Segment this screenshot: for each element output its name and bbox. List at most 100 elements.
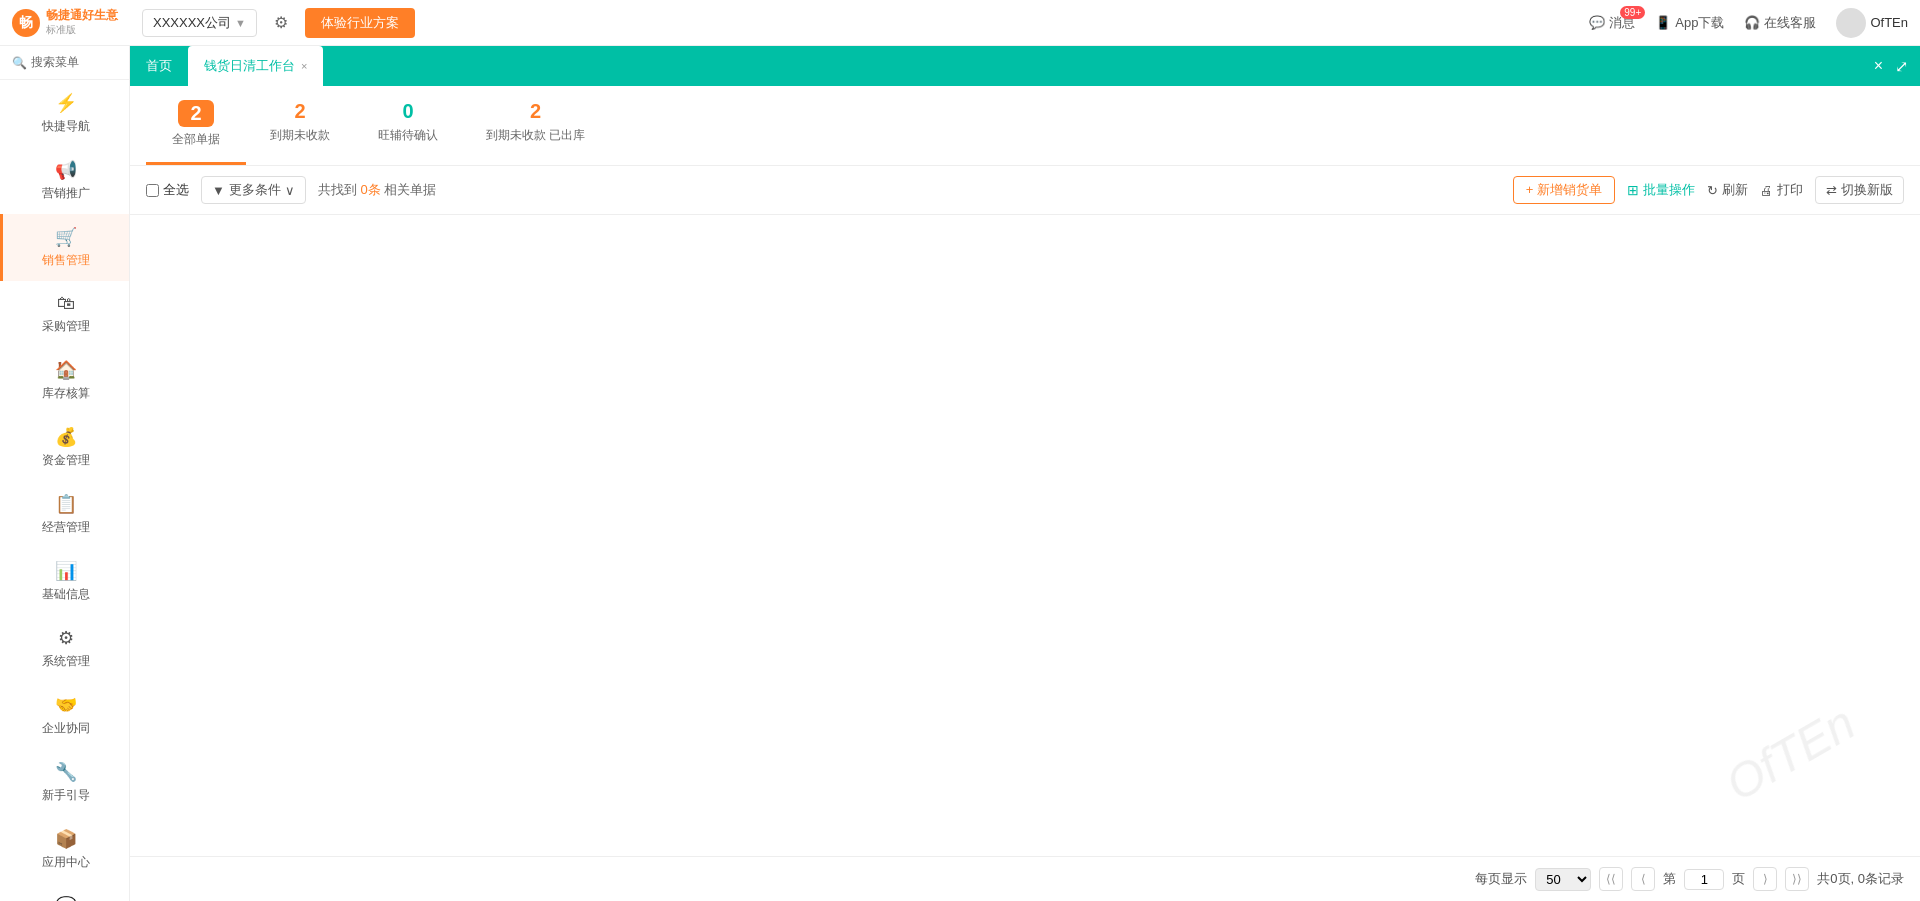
sidebar-label-app-center: 应用中心 <box>42 854 90 871</box>
basic-info-icon: 📊 <box>55 560 77 582</box>
stat-num-wangwang: 0 <box>402 100 413 123</box>
stat-label-all: 全部单据 <box>172 131 220 148</box>
stats-bar: 2 全部单据 2 到期未收款 0 旺辅待确认 2 到期未收款 已出库 <box>130 86 1920 166</box>
message-badge: 99+ <box>1620 6 1645 19</box>
stat-label-unshipped: 到期未收款 已出库 <box>486 127 585 144</box>
online-service-item[interactable]: 🎧 在线客服 <box>1744 14 1816 32</box>
message-icon: 💬 <box>1589 15 1605 30</box>
avatar <box>1836 8 1866 38</box>
logo-icon: 畅 <box>12 9 40 37</box>
stat-tab-overdue[interactable]: 2 到期未收款 <box>246 86 354 165</box>
switch-version-button[interactable]: ⇄ 切换新版 <box>1815 176 1904 204</box>
add-order-label: + 新增销货单 <box>1526 181 1602 199</box>
tab-workspace[interactable]: 钱货日清工作台 × <box>188 46 323 86</box>
sidebar-item-wechat[interactable]: 💬 企业微信 <box>0 883 129 901</box>
wechat-icon: 💬 <box>55 895 77 901</box>
sidebar-item-basic-info[interactable]: 📊 基础信息 <box>0 548 129 615</box>
page-last-button[interactable]: ⟩⟩ <box>1785 867 1809 891</box>
sidebar-label-system: 系统管理 <box>42 653 90 670</box>
company-selector[interactable]: XXXXXX公司 ▼ <box>142 9 257 37</box>
enterprise-icon: 🤝 <box>55 694 77 716</box>
sidebar-item-inventory[interactable]: 🏠 库存核算 <box>0 347 129 414</box>
batch-icon: ⊞ <box>1627 182 1639 198</box>
tab-workspace-label: 钱货日清工作台 <box>204 57 295 75</box>
settings-icon[interactable]: ⚙ <box>267 9 295 37</box>
sidebar-item-quick-nav[interactable]: ⚡ 快捷导航 <box>0 80 129 147</box>
batch-operation-button[interactable]: ⊞ 批量操作 <box>1627 181 1695 199</box>
sidebar-item-system[interactable]: ⚙ 系统管理 <box>0 615 129 682</box>
sidebar-label-finance: 资金管理 <box>42 452 90 469</box>
message-item[interactable]: 💬 消息 99+ <box>1589 14 1635 32</box>
stat-num-overdue: 2 <box>294 100 305 123</box>
select-all-checkbox[interactable]: 全选 <box>146 181 189 199</box>
stat-tab-unshipped[interactable]: 2 到期未收款 已出库 <box>462 86 609 165</box>
operations-icon: 📋 <box>55 493 77 515</box>
app-download-icon: 📱 <box>1655 15 1671 30</box>
filter-icon: ▼ <box>212 183 225 198</box>
sidebar-item-finance[interactable]: 💰 资金管理 <box>0 414 129 481</box>
tab-close-icon[interactable]: × <box>301 60 307 72</box>
inventory-icon: 🏠 <box>55 359 77 381</box>
sidebar-item-guide[interactable]: 🔧 新手引导 <box>0 749 129 816</box>
sidebar-label-sales: 销售管理 <box>42 252 90 269</box>
page-prev-button[interactable]: ⟨ <box>1631 867 1655 891</box>
filter-label: 更多条件 <box>229 181 281 199</box>
trial-button[interactable]: 体验行业方案 <box>305 8 415 38</box>
tab-close-btn[interactable]: × <box>1870 57 1887 76</box>
sidebar-item-purchase[interactable]: 🛍 采购管理 <box>0 281 129 347</box>
sidebar-item-app-center[interactable]: 📦 应用中心 <box>0 816 129 883</box>
add-order-button[interactable]: + 新增销货单 <box>1513 176 1615 204</box>
found-suffix: 相关单据 <box>384 182 436 197</box>
per-page-select[interactable]: 20 50 100 <box>1535 868 1591 891</box>
sidebar-item-sales[interactable]: 🛒 销售管理 <box>0 214 129 281</box>
marketing-icon: 📢 <box>55 159 77 181</box>
sidebar-label-inventory: 库存核算 <box>42 385 90 402</box>
sidebar-label-basic-info: 基础信息 <box>42 586 90 603</box>
print-icon: 🖨 <box>1760 183 1773 198</box>
tab-home-label: 首页 <box>146 57 172 75</box>
logo-text-block: 畅捷通好生意 标准版 <box>46 8 118 38</box>
page-label: 第 <box>1663 870 1676 888</box>
page-number-input[interactable]: 1 <box>1684 869 1724 890</box>
select-all-label: 全选 <box>163 181 189 199</box>
refresh-label: 刷新 <box>1722 181 1748 199</box>
headset-icon: 🎧 <box>1744 15 1760 30</box>
refresh-button[interactable]: ↻ 刷新 <box>1707 181 1748 199</box>
stat-num-all: 2 <box>178 100 213 127</box>
tab-home[interactable]: 首页 <box>130 46 188 86</box>
lightning-icon: ⚡ <box>55 92 77 114</box>
select-all-input[interactable] <box>146 184 159 197</box>
total-info: 共0页, 0条记录 <box>1817 870 1904 888</box>
batch-label: 批量操作 <box>1643 181 1695 199</box>
guide-icon: 🔧 <box>55 761 77 783</box>
sidebar-label-marketing: 营销推广 <box>42 185 90 202</box>
company-name: XXXXXX公司 <box>153 14 231 32</box>
search-icon: 🔍 <box>12 56 27 70</box>
print-button[interactable]: 🖨 打印 <box>1760 181 1803 199</box>
page-label-end: 页 <box>1732 870 1745 888</box>
stat-tab-wangwang[interactable]: 0 旺辅待确认 <box>354 86 462 165</box>
app-download-item[interactable]: 📱 App下载 <box>1655 14 1724 32</box>
found-count: 0条 <box>361 182 381 197</box>
sidebar-item-marketing[interactable]: 📢 营销推广 <box>0 147 129 214</box>
tab-bar: 首页 钱货日清工作台 × × ⤢ <box>130 46 1920 86</box>
table-area <box>130 215 1920 856</box>
page-first-button[interactable]: ⟨⟨ <box>1599 867 1623 891</box>
company-arrow: ▼ <box>235 17 246 29</box>
print-label: 打印 <box>1777 181 1803 199</box>
online-service-label: 在线客服 <box>1764 14 1816 32</box>
app-download-label: App下载 <box>1675 14 1724 32</box>
filter-button[interactable]: ▼ 更多条件 ∨ <box>201 176 306 204</box>
tab-maximize-btn[interactable]: ⤢ <box>1891 57 1912 76</box>
sidebar-item-enterprise[interactable]: 🤝 企业协同 <box>0 682 129 749</box>
stat-num-unshipped: 2 <box>530 100 541 123</box>
sidebar-label-quick-nav: 快捷导航 <box>42 118 90 135</box>
sidebar-item-operations[interactable]: 📋 经营管理 <box>0 481 129 548</box>
avatar-area[interactable]: OfTEn <box>1836 8 1908 38</box>
main-content: 2 全部单据 2 到期未收款 0 旺辅待确认 2 到期未收款 已出库 <box>130 86 1920 901</box>
logo-area: 畅 畅捷通好生意 标准版 <box>12 8 142 38</box>
page-next-button[interactable]: ⟩ <box>1753 867 1777 891</box>
sidebar-label-purchase: 采购管理 <box>42 318 90 335</box>
search-menu-item[interactable]: 🔍 搜索菜单 <box>0 46 129 80</box>
stat-tab-all[interactable]: 2 全部单据 <box>146 86 246 165</box>
